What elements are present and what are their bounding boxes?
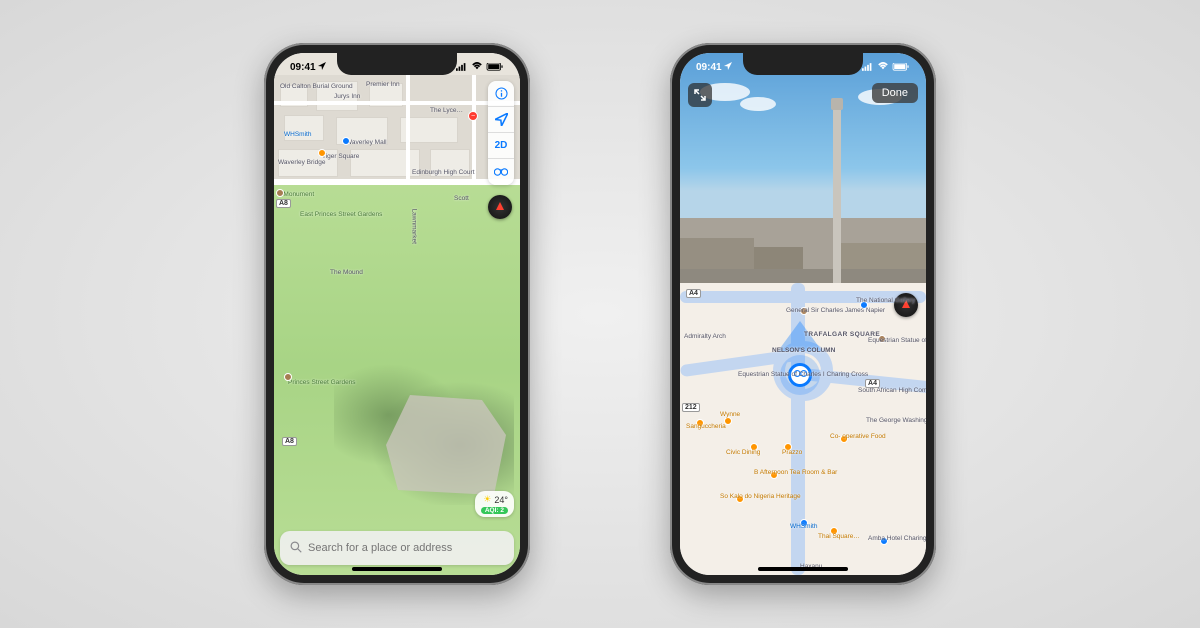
location-arrow-icon xyxy=(318,62,326,73)
route-shield: 212 xyxy=(682,403,700,412)
battery-icon xyxy=(892,63,910,71)
map-canvas-london[interactable]: A4 A4 212 The National Gallery General S… xyxy=(680,283,926,575)
map-label: South African High Commission xyxy=(858,387,926,394)
map-label: Co- operative Food xyxy=(830,433,886,440)
map-label: East Princes Street Gardens xyxy=(300,211,382,218)
iphone-left: 09:41 xyxy=(264,43,530,585)
wifi-icon xyxy=(471,62,483,73)
map-label: Admiralty Arch xyxy=(684,333,726,340)
map-label: WHSmith xyxy=(790,523,817,530)
map-label: The Mound xyxy=(330,269,363,276)
map-label: Old Calton Burial Ground xyxy=(280,83,353,90)
map-label: NELSON'S COLUMN xyxy=(772,347,835,354)
map-label: Prazzo xyxy=(782,449,802,456)
route-shield: A8 xyxy=(282,437,297,446)
map-label: Civic Dining xyxy=(726,449,760,456)
map-label: Premier Inn xyxy=(366,81,400,88)
poi-pin[interactable] xyxy=(342,137,350,145)
map-label: Amba Hotel Charing xyxy=(868,535,926,542)
status-time: 09:41 xyxy=(696,62,722,73)
map-label: The National Gallery xyxy=(856,297,915,304)
map-label: Thai Square… xyxy=(818,533,860,540)
search-input[interactable] xyxy=(308,542,504,554)
poi-pin[interactable] xyxy=(276,189,284,197)
search-bar[interactable] xyxy=(280,531,514,565)
location-arrow-icon xyxy=(724,62,732,73)
route-shield: A8 xyxy=(276,199,291,208)
cellular-signal-icon xyxy=(456,63,468,71)
map-label: Edinburgh High Court xyxy=(412,169,475,176)
status-time: 09:41 xyxy=(290,62,316,73)
locate-button[interactable] xyxy=(488,107,514,133)
map-label: B Afternoon Tea Room & Bar xyxy=(754,469,837,476)
poi-pin[interactable] xyxy=(284,373,292,381)
screen-left: 09:41 xyxy=(274,53,520,575)
map-label: Jurys Inn xyxy=(334,93,360,100)
map-label: Princes Street Gardens xyxy=(288,379,356,386)
wifi-icon xyxy=(877,62,889,73)
map-label: So Kalo do Nigeria Heritage xyxy=(720,493,801,500)
map-label: The George Washington University xyxy=(866,417,926,424)
screen-right: 09:41 xyxy=(680,53,926,575)
map-label: Lawnmarket xyxy=(410,209,417,244)
expand-button[interactable] xyxy=(688,83,712,107)
notch xyxy=(337,53,457,75)
map-label: Wynne xyxy=(720,411,740,418)
map-label: Equestrian Statue of George IV xyxy=(868,337,926,344)
sun-icon: ☀ xyxy=(483,494,491,505)
map-label: Scott xyxy=(454,195,469,202)
search-icon xyxy=(290,541,302,556)
map-label: Equestrian Statue of Charles I Charing C… xyxy=(738,371,868,378)
temperature-value: 24° xyxy=(494,495,508,505)
iphone-right: 09:41 xyxy=(670,43,936,585)
battery-icon xyxy=(486,63,504,71)
compass-icon[interactable] xyxy=(488,195,512,219)
route-shield: A4 xyxy=(686,289,701,298)
home-indicator[interactable] xyxy=(352,567,442,571)
notch xyxy=(743,53,863,75)
info-button[interactable] xyxy=(488,81,514,107)
view-2d-button[interactable]: 2D xyxy=(488,133,514,159)
poi-pin[interactable] xyxy=(318,149,326,157)
map-controls-toolbox: 2D xyxy=(488,81,514,185)
map-label: Tiger Square xyxy=(322,153,359,160)
nelsons-column xyxy=(833,108,841,283)
map-label: Waverley Bridge xyxy=(278,159,325,166)
aqi-badge: AQI: 2 xyxy=(481,507,508,514)
skyline xyxy=(680,218,926,282)
map-label: The Lyce… xyxy=(430,107,463,114)
cellular-signal-icon xyxy=(862,63,874,71)
map-label: General Sir Charles James Napier xyxy=(786,307,885,314)
traffic-incident-icon[interactable]: − xyxy=(468,111,478,121)
weather-badge[interactable]: ☀ 24° AQI: 2 xyxy=(475,491,514,517)
lookaround-button[interactable] xyxy=(488,159,514,185)
map-label: WHSmith xyxy=(284,131,311,138)
map-label: Waverley Mall xyxy=(346,139,387,146)
done-button[interactable]: Done xyxy=(872,83,918,103)
home-indicator[interactable] xyxy=(758,567,848,571)
map-label: Sanguccheria xyxy=(686,423,726,430)
